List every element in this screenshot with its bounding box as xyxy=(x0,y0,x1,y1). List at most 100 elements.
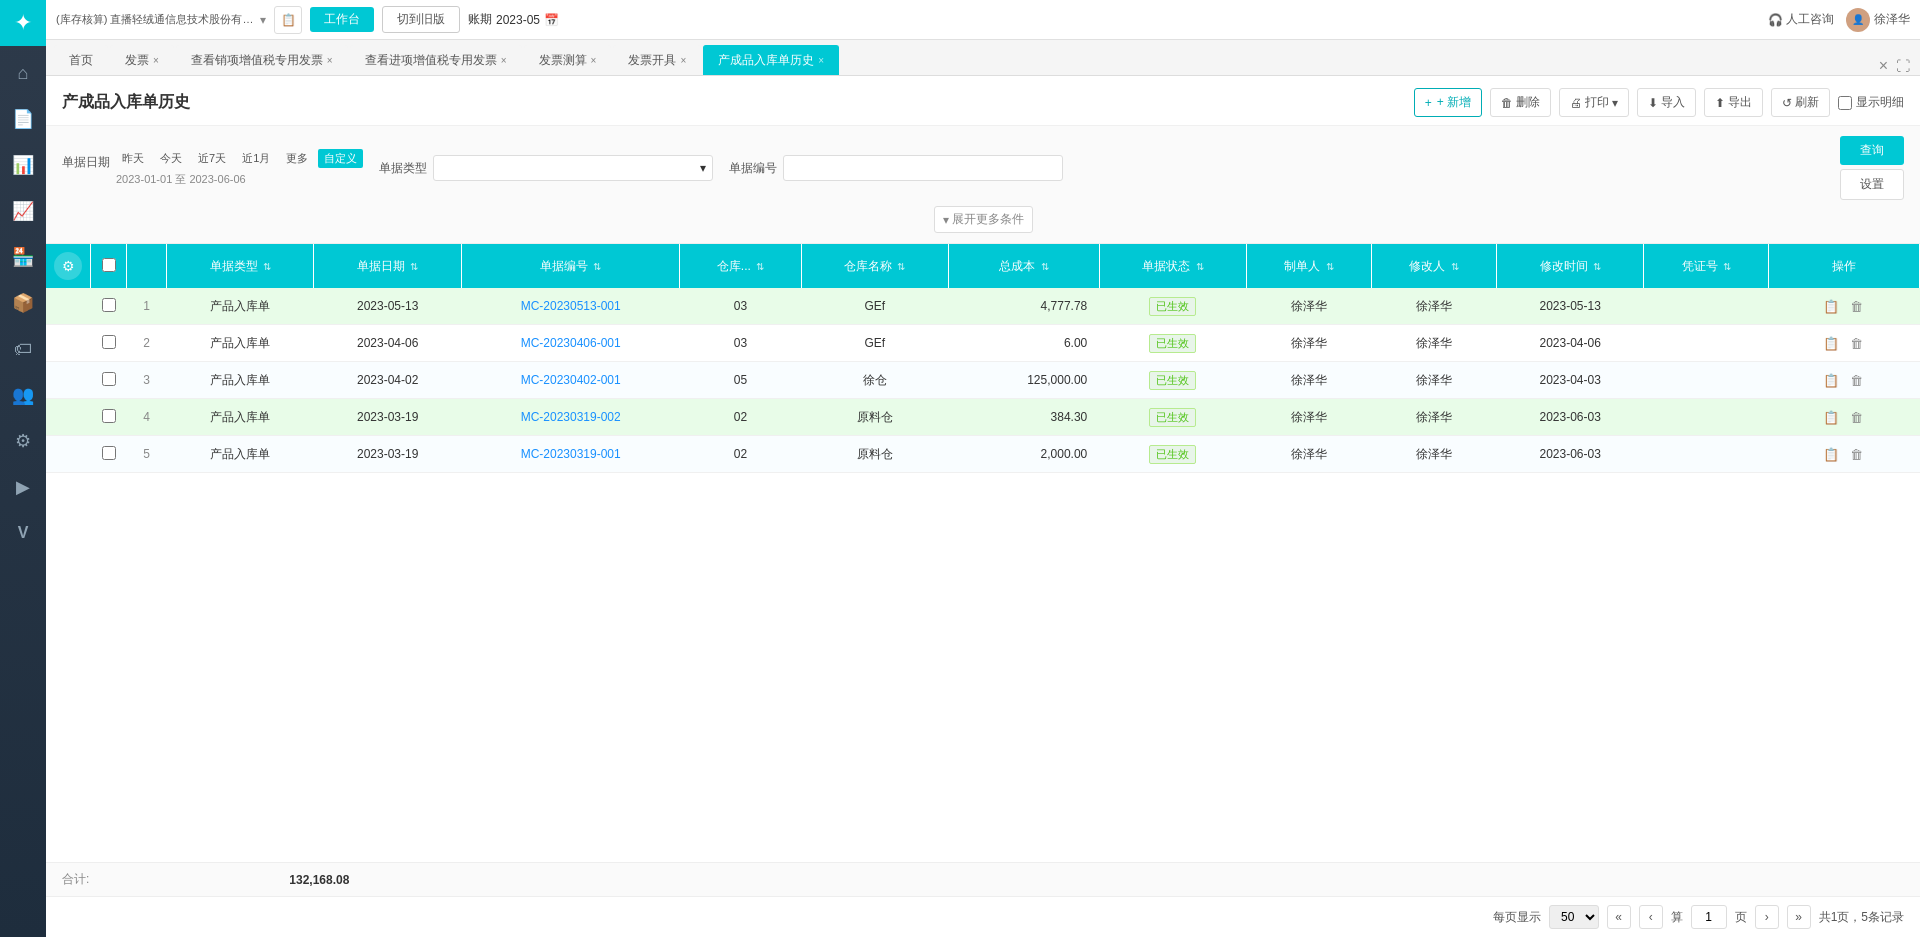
delete-button[interactable]: 🗑 删除 xyxy=(1490,88,1551,117)
close-all-icon[interactable]: × xyxy=(1879,57,1888,75)
col-number[interactable]: 单据编号 ⇅ xyxy=(461,244,680,288)
type-filter-select[interactable]: ▾ xyxy=(433,155,713,181)
table-settings-icon[interactable]: ⚙ xyxy=(54,252,82,280)
row-checkbox[interactable] xyxy=(91,362,127,399)
tab-sales-close[interactable]: × xyxy=(327,55,333,66)
tab-invoice-open[interactable]: 发票开具 × xyxy=(613,45,701,75)
tab-home[interactable]: 首页 xyxy=(54,45,108,75)
number-filter-input[interactable] xyxy=(783,155,1063,181)
row-view-btn[interactable]: 📋 xyxy=(1820,369,1842,391)
doc-copy-btn[interactable]: 📋 xyxy=(274,6,302,34)
row-checkbox[interactable] xyxy=(91,436,127,473)
col-date[interactable]: 单据日期 ⇅ xyxy=(314,244,461,288)
show-details-toggle[interactable]: 显示明细 xyxy=(1838,94,1904,111)
sidebar-item-settings[interactable]: ⚙ xyxy=(0,418,46,464)
new-button[interactable]: + + 新增 xyxy=(1414,88,1482,117)
row-delete-btn[interactable]: 🗑 xyxy=(1846,406,1868,428)
sidebar-item-inventory[interactable]: 🏪 xyxy=(0,234,46,280)
show-details-checkbox[interactable] xyxy=(1838,96,1852,110)
prev-page-btn[interactable]: ‹ xyxy=(1639,905,1663,929)
col-warehouse-name[interactable]: 仓库名称 ⇅ xyxy=(801,244,948,288)
support-btn[interactable]: 🎧 人工咨询 xyxy=(1768,11,1834,28)
period-calendar-icon[interactable]: 📅 xyxy=(544,13,559,27)
table-footer: 合计: 132,168.08 xyxy=(46,862,1920,896)
row-number[interactable]: MC-20230513-001 xyxy=(461,288,680,325)
last-page-btn[interactable]: » xyxy=(1787,905,1811,929)
sidebar-item-doc[interactable]: 📄 xyxy=(0,96,46,142)
refresh-button[interactable]: ↺ 刷新 xyxy=(1771,88,1830,117)
tab-purchase-label: 查看进项增值税专用发票 xyxy=(365,52,497,69)
query-button[interactable]: 查询 xyxy=(1840,136,1904,165)
row-view-btn[interactable]: 📋 xyxy=(1820,443,1842,465)
row-voucher xyxy=(1644,362,1769,399)
page-number-input[interactable] xyxy=(1691,905,1727,929)
tab-invoice[interactable]: 发票 × xyxy=(110,45,174,75)
row-view-btn[interactable]: 📋 xyxy=(1820,406,1842,428)
next-page-btn[interactable]: › xyxy=(1755,905,1779,929)
tab-product-inbound[interactable]: 产成品入库单历史 × xyxy=(703,45,839,75)
date-btn-1month[interactable]: 近1月 xyxy=(236,149,276,168)
import-button[interactable]: ⬇ 导入 xyxy=(1637,88,1696,117)
date-btn-7days[interactable]: 近7天 xyxy=(192,149,232,168)
user-menu[interactable]: 👤 徐泽华 xyxy=(1846,8,1910,32)
pagination: 每页显示 50 20 100 « ‹ 算 页 › » 共1页，5条记录 xyxy=(46,896,1920,937)
col-modify-time[interactable]: 修改时间 ⇅ xyxy=(1496,244,1643,288)
row-delete-btn[interactable]: 🗑 xyxy=(1846,443,1868,465)
export-button[interactable]: ⬆ 导出 xyxy=(1704,88,1763,117)
col-checkbox[interactable] xyxy=(91,244,127,288)
col-voucher[interactable]: 凭证号 ⇅ xyxy=(1644,244,1769,288)
row-number[interactable]: MC-20230402-001 xyxy=(461,362,680,399)
app-logo[interactable]: ✦ xyxy=(0,0,46,46)
tab-view-purchase-tax[interactable]: 查看进项增值税专用发票 × xyxy=(350,45,522,75)
tab-invoice-close[interactable]: × xyxy=(153,55,159,66)
row-number[interactable]: MC-20230406-001 xyxy=(461,325,680,362)
switch-btn[interactable]: 切到旧版 xyxy=(382,6,460,33)
col-settings[interactable]: ⚙ xyxy=(46,244,91,288)
tab-view-sales-tax[interactable]: 查看销项增值税专用发票 × xyxy=(176,45,348,75)
col-total-cost[interactable]: 总成本 ⇅ xyxy=(949,244,1100,288)
workbench-btn[interactable]: 工作台 xyxy=(310,7,374,32)
tab-purchase-close[interactable]: × xyxy=(501,55,507,66)
date-btn-today[interactable]: 今天 xyxy=(154,149,188,168)
col-warehouse-code[interactable]: 仓库... ⇅ xyxy=(680,244,801,288)
print-button[interactable]: 🖨 打印 ▾ xyxy=(1559,88,1629,117)
main-container: (库存核算) 直播轻绒通信息技术股份有限... ▾ 📋 工作台 切到旧版 账期 … xyxy=(46,0,1920,937)
sidebar-item-box[interactable]: 📦 xyxy=(0,280,46,326)
sidebar-item-tag[interactable]: 🏷 xyxy=(0,326,46,372)
col-status[interactable]: 单据状态 ⇅ xyxy=(1099,244,1246,288)
row-view-btn[interactable]: 📋 xyxy=(1820,295,1842,317)
date-btn-custom[interactable]: 自定义 xyxy=(318,149,363,168)
row-delete-btn[interactable]: 🗑 xyxy=(1846,332,1868,354)
date-btn-yesterday[interactable]: 昨天 xyxy=(116,149,150,168)
row-view-btn[interactable]: 📋 xyxy=(1820,332,1842,354)
tab-open-close[interactable]: × xyxy=(680,55,686,66)
per-page-select[interactable]: 50 20 100 xyxy=(1549,905,1599,929)
row-delete-btn[interactable]: 🗑 xyxy=(1846,295,1868,317)
row-checkbox[interactable] xyxy=(91,288,127,325)
company-selector[interactable]: (库存核算) 直播轻绒通信息技术股份有限... ▾ xyxy=(56,12,266,27)
expand-conditions-btn[interactable]: ▾ 展开更多条件 xyxy=(934,206,1033,233)
col-type[interactable]: 单据类型 ⇅ xyxy=(167,244,314,288)
sidebar-item-v[interactable]: V xyxy=(0,510,46,556)
row-checkbox[interactable] xyxy=(91,399,127,436)
expand-window-icon[interactable]: ⛶ xyxy=(1896,58,1910,74)
tab-calc-close[interactable]: × xyxy=(591,55,597,66)
row-number[interactable]: MC-20230319-001 xyxy=(461,436,680,473)
date-btn-more[interactable]: 更多 xyxy=(280,149,314,168)
sidebar-item-analytics[interactable]: 📈 xyxy=(0,188,46,234)
sidebar-item-home[interactable]: ⌂ xyxy=(0,50,46,96)
row-delete-btn[interactable]: 🗑 xyxy=(1846,369,1868,391)
sidebar-item-video[interactable]: ▶ xyxy=(0,464,46,510)
settings-icon: ⚙ xyxy=(15,430,31,452)
tab-invoice-calc[interactable]: 发票测算 × xyxy=(524,45,612,75)
setting-button[interactable]: 设置 xyxy=(1840,169,1904,200)
tab-inbound-close[interactable]: × xyxy=(818,55,824,66)
select-all-checkbox[interactable] xyxy=(102,258,116,272)
row-checkbox[interactable] xyxy=(91,325,127,362)
sidebar-item-chart[interactable]: 📊 xyxy=(0,142,46,188)
col-creator[interactable]: 制单人 ⇅ xyxy=(1247,244,1372,288)
col-modifier[interactable]: 修改人 ⇅ xyxy=(1372,244,1497,288)
first-page-btn[interactable]: « xyxy=(1607,905,1631,929)
row-number[interactable]: MC-20230319-002 xyxy=(461,399,680,436)
sidebar-item-people[interactable]: 👥 xyxy=(0,372,46,418)
